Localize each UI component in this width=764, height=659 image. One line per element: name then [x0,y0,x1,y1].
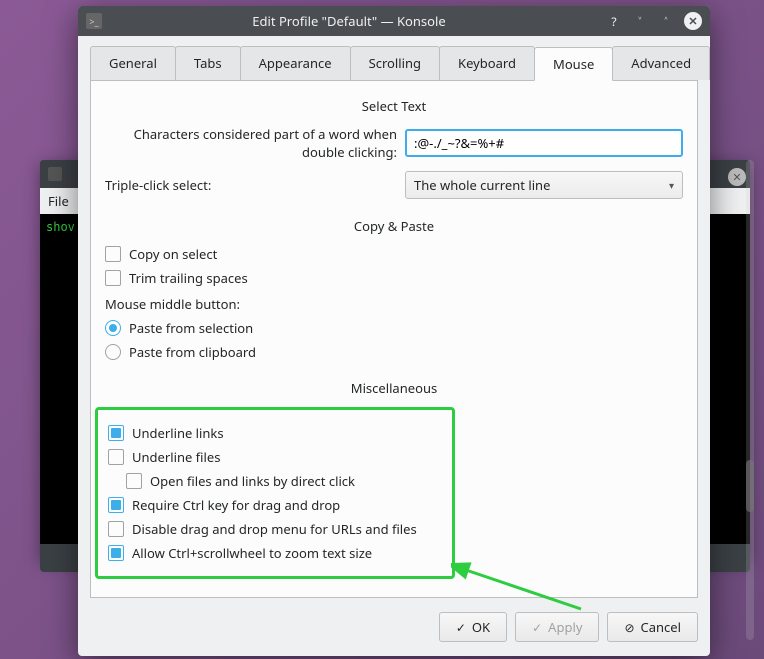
select-text-heading: Select Text [105,97,683,115]
edit-profile-dialog: >_ Edit Profile "Default" — Konsole ? ˅ … [78,6,710,656]
paste-clipboard-radio[interactable] [105,344,121,360]
dialog-title: Edit Profile "Default" — Konsole [252,12,445,30]
paste-clipboard-label: Paste from clipboard [129,343,256,361]
copy-paste-heading: Copy & Paste [105,217,683,235]
allow-zoom-checkbox[interactable] [108,545,124,561]
minimize-icon[interactable]: ˅ [632,13,648,29]
underline-links-checkbox[interactable] [108,425,124,441]
maximize-icon[interactable]: ˄ [658,13,674,29]
help-icon[interactable]: ? [606,13,622,29]
open-direct-checkbox[interactable] [126,473,142,489]
paste-selection-label: Paste from selection [129,319,253,337]
middle-button-label: Mouse middle button: [105,295,683,313]
tab-appearance[interactable]: Appearance [240,46,351,80]
copy-on-select-checkbox[interactable] [105,246,121,262]
word-chars-input[interactable] [405,129,683,157]
tab-tabs[interactable]: Tabs [175,46,241,80]
require-ctrl-checkbox[interactable] [108,497,124,513]
cancel-button-label: Cancel [641,618,681,636]
paste-selection-radio[interactable] [105,320,121,336]
disable-dnd-menu-label: Disable drag and drop menu for URLs and … [132,520,417,538]
annotation-highlight-box: Underline links Underline files Open fil… [95,407,455,579]
apply-button[interactable]: ✓ Apply [515,612,599,642]
apply-button-label: Apply [548,618,582,636]
triple-click-label: Triple-click select: [105,176,405,194]
check-icon: ✓ [532,619,542,636]
cancel-icon: ⊘ [624,619,634,636]
tab-mouse[interactable]: Mouse [534,47,613,81]
underline-files-checkbox[interactable] [108,449,124,465]
terminal-icon [48,167,62,181]
close-icon[interactable]: ✕ [684,12,702,30]
word-chars-label: Characters considered part of a word whe… [105,125,405,161]
trim-trailing-label: Trim trailing spaces [129,269,248,287]
triple-click-value: The whole current line [414,176,550,194]
page-scrollbar-thumb[interactable] [746,460,754,512]
misc-heading: Miscellaneous [105,379,683,397]
page-scrollbar[interactable] [746,160,754,640]
dialog-button-row: ✓ OK ✓ Apply ⊘ Cancel [90,612,698,642]
bg-window-close-icon[interactable]: ✕ [728,168,746,186]
open-direct-label: Open files and links by direct click [150,472,355,490]
ok-button-label: OK [472,618,490,636]
tab-general[interactable]: General [90,46,176,80]
check-icon: ✓ [456,619,466,636]
dialog-titlebar[interactable]: >_ Edit Profile "Default" — Konsole ? ˅ … [78,6,710,36]
triple-click-select[interactable]: The whole current line ▾ [405,171,683,199]
allow-zoom-label: Allow Ctrl+scrollwheel to zoom text size [132,544,372,562]
bg-terminal-text: shov [46,220,75,234]
cancel-button[interactable]: ⊘ Cancel [607,612,698,642]
copy-on-select-label: Copy on select [129,245,217,263]
tab-keyboard[interactable]: Keyboard [439,46,535,80]
tab-bar: General Tabs Appearance Scrolling Keyboa… [90,46,698,81]
disable-dnd-menu-checkbox[interactable] [108,521,124,537]
trim-trailing-checkbox[interactable] [105,270,121,286]
underline-files-label: Underline files [132,448,220,466]
ok-button[interactable]: ✓ OK [439,612,507,642]
underline-links-label: Underline links [132,424,224,442]
konsole-app-icon: >_ [86,13,102,29]
mouse-panel: Select Text Characters considered part o… [90,81,698,598]
tab-advanced[interactable]: Advanced [612,46,710,80]
require-ctrl-label: Require Ctrl key for drag and drop [132,496,340,514]
chevron-down-icon: ▾ [669,178,674,192]
tab-scrolling[interactable]: Scrolling [350,46,440,80]
annotation-arrow-icon [451,559,591,619]
